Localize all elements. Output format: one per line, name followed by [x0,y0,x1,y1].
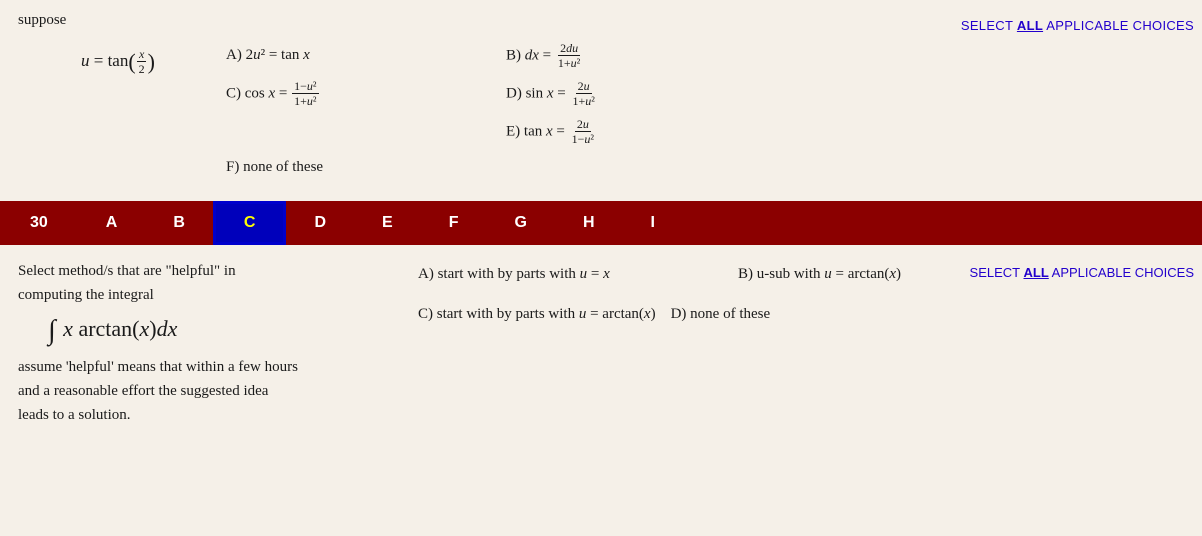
bottom-choice-row-2: C) start with by parts with u = arctan(x… [418,299,1184,329]
nav-item-C[interactable]: C [213,201,287,245]
choice-E-val[interactable]: E) tan x = 2u1−u² [506,117,786,147]
top-math-row: u = tan(x2) A) 2u² = tan x B) dx = 2du1+… [18,37,1184,193]
question-text: Select method/s that are "helpful" in co… [18,259,236,307]
bottom-section: SELECT ALL APPLICABLE CHOICES Select met… [0,245,1202,435]
bottom-choice-C[interactable]: C) start with by parts with u = arctan(x… [418,299,770,329]
nav-item-A[interactable]: A [78,201,146,245]
choice-E[interactable] [226,118,506,145]
assume-section: assume 'helpful' means that within a few… [18,355,1184,427]
assume-line3: leads to a solution. [18,407,131,423]
choice-C[interactable]: C) cos x = 1−u²1+u² [226,79,506,109]
select-all-top[interactable]: SELECT ALL APPLICABLE CHOICES [961,18,1194,33]
nav-item-F[interactable]: F [421,201,487,245]
assume-line1: assume 'helpful' means that within a few… [18,359,298,375]
nav-item-30[interactable]: 30 [0,201,78,245]
nav-bar: 30 A B C D E F G H I [0,201,1202,245]
choice-row-2: C) cos x = 1−u²1+u² D) sin x = 2u1+u² [226,79,1176,109]
choices-area: A) 2u² = tan x B) dx = 2du1+u² C) cos x … [218,37,1184,193]
choice-D[interactable]: D) sin x = 2u1+u² [506,79,786,109]
bottom-choice-B[interactable]: B) u-sub with u = arctan(x) [738,259,901,289]
assume-line2: and a reasonable effort the suggested id… [18,383,268,399]
choice-row-3: E) tan x = 2u1−u² [226,117,1176,147]
top-section: suppose SELECT ALL APPLICABLE CHOICES u … [0,0,1202,201]
bottom-left-col: Select method/s that are "helpful" in co… [18,259,236,355]
nav-item-G[interactable]: G [487,201,555,245]
nav-item-B[interactable]: B [145,201,213,245]
nav-item-I[interactable]: I [623,201,683,245]
select-all-bottom[interactable]: SELECT ALL APPLICABLE CHOICES [970,265,1194,280]
nav-item-E[interactable]: E [354,201,421,245]
choice-B[interactable]: B) dx = 2du1+u² [506,41,786,71]
nav-item-H[interactable]: H [555,201,623,245]
question-line2: computing the integral [18,287,154,303]
assume-text: assume 'helpful' means that within a few… [18,355,1184,427]
u-definition: u = tan(x2) [18,37,218,87]
question-line1: Select method/s that are "helpful" in [18,263,236,279]
integral-display: ∫ x arctan(x)dx [48,315,177,347]
choice-F[interactable]: F) none of these [226,154,506,181]
choice-A[interactable]: A) 2u² = tan x [226,42,506,69]
bottom-choice-A[interactable]: A) start with by parts with u = x [418,259,738,289]
choice-row-1: A) 2u² = tan x B) dx = 2du1+u² [226,41,1176,71]
choice-row-4: F) none of these [226,154,1176,181]
nav-item-D[interactable]: D [286,201,354,245]
